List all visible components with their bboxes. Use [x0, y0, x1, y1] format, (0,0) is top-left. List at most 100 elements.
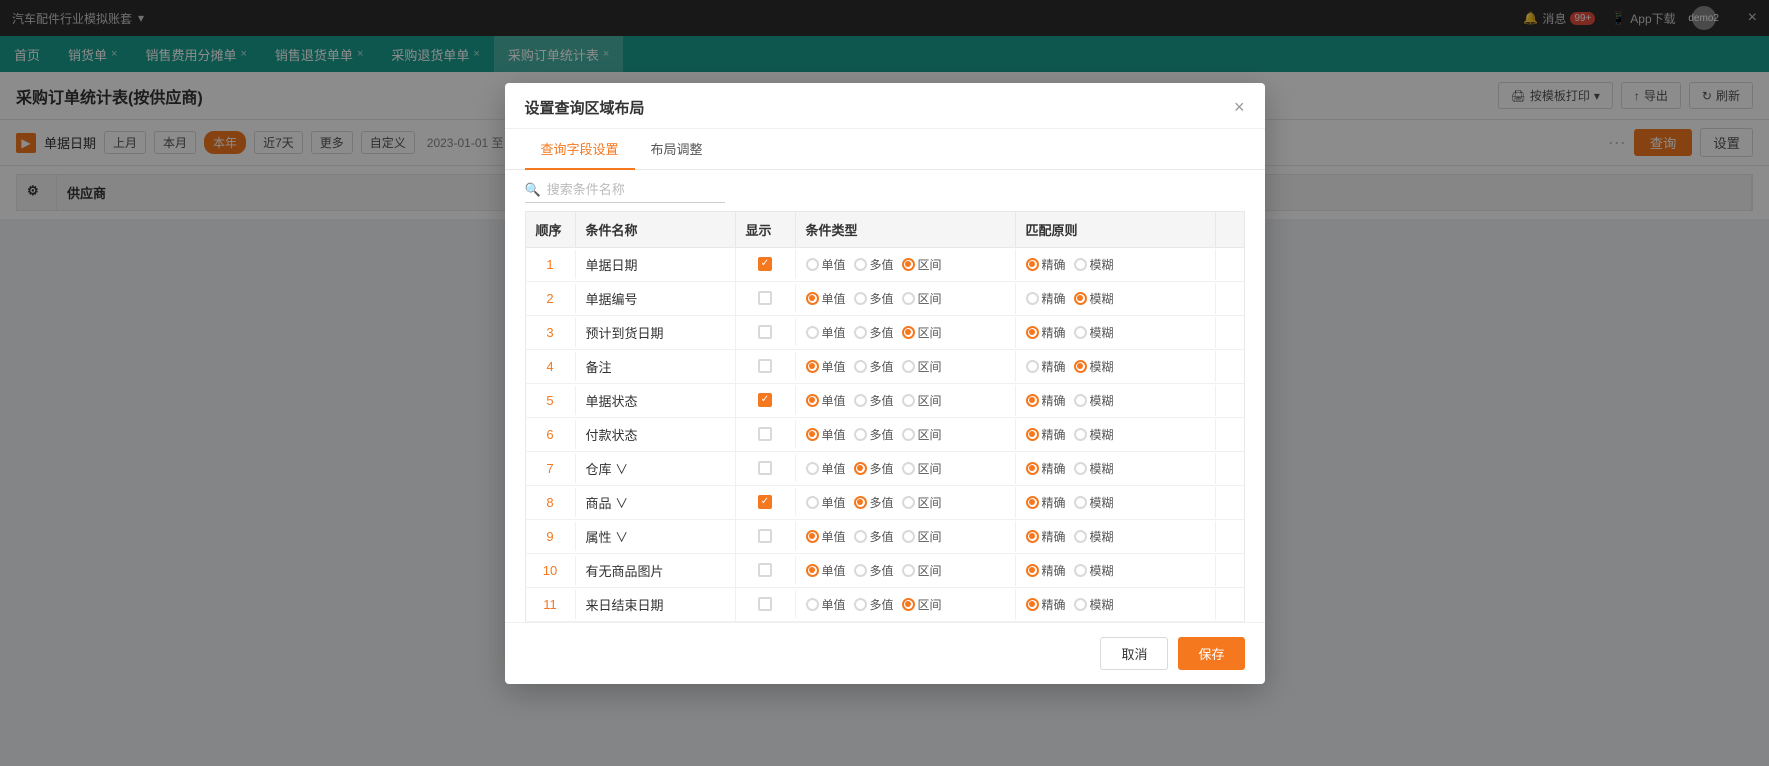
type-option[interactable]: 多值	[854, 494, 894, 511]
radio-custom[interactable]	[806, 360, 819, 373]
match-option[interactable]: 精确	[1026, 324, 1066, 341]
radio-custom[interactable]	[902, 326, 915, 339]
type-option[interactable]: 区间	[902, 324, 942, 341]
radio-custom[interactable]	[902, 394, 915, 407]
radio-custom[interactable]	[854, 496, 867, 509]
match-option[interactable]: 精确	[1026, 358, 1066, 375]
match-option[interactable]: 模糊	[1074, 562, 1114, 579]
radio-custom[interactable]	[854, 360, 867, 373]
row-display[interactable]	[736, 454, 796, 482]
type-option[interactable]: 多值	[854, 426, 894, 443]
row-display[interactable]	[736, 352, 796, 380]
radio-custom[interactable]	[854, 326, 867, 339]
type-option[interactable]: 区间	[902, 256, 942, 273]
cancel-button[interactable]: 取消	[1100, 637, 1168, 670]
type-option[interactable]: 多值	[854, 256, 894, 273]
radio-custom[interactable]	[902, 428, 915, 441]
radio-custom[interactable]	[806, 428, 819, 441]
radio-custom[interactable]	[806, 462, 819, 475]
row-display[interactable]	[736, 522, 796, 550]
type-option[interactable]: 多值	[854, 324, 894, 341]
match-option[interactable]: 模糊	[1074, 290, 1114, 307]
type-option[interactable]: 多值	[854, 392, 894, 409]
match-option[interactable]: 精确	[1026, 256, 1066, 273]
radio-custom[interactable]	[854, 462, 867, 475]
save-button[interactable]: 保存	[1178, 637, 1244, 670]
radio-custom[interactable]	[1074, 394, 1087, 407]
display-checkbox[interactable]	[758, 325, 772, 339]
match-option[interactable]: 模糊	[1074, 256, 1114, 273]
match-option[interactable]: 模糊	[1074, 460, 1114, 477]
radio-custom[interactable]	[902, 564, 915, 577]
radio-custom[interactable]	[854, 564, 867, 577]
radio-custom[interactable]	[902, 496, 915, 509]
radio-custom[interactable]	[1074, 530, 1087, 543]
radio-custom[interactable]	[854, 394, 867, 407]
type-option[interactable]: 单值	[806, 358, 846, 375]
radio-custom[interactable]	[1026, 292, 1039, 305]
radio-custom[interactable]	[1026, 564, 1039, 577]
type-option[interactable]: 区间	[902, 358, 942, 375]
radio-custom[interactable]	[1074, 428, 1087, 441]
row-display[interactable]	[736, 590, 796, 618]
radio-custom[interactable]	[1074, 564, 1087, 577]
match-option[interactable]: 模糊	[1074, 494, 1114, 511]
match-option[interactable]: 精确	[1026, 494, 1066, 511]
display-checkbox[interactable]	[758, 597, 772, 611]
match-option[interactable]: 精确	[1026, 426, 1066, 443]
radio-custom[interactable]	[1074, 496, 1087, 509]
match-option[interactable]: 模糊	[1074, 528, 1114, 545]
radio-custom[interactable]	[1026, 428, 1039, 441]
type-option[interactable]: 区间	[902, 460, 942, 477]
type-option[interactable]: 区间	[902, 596, 942, 613]
match-option[interactable]: 模糊	[1074, 324, 1114, 341]
radio-custom[interactable]	[854, 292, 867, 305]
row-display[interactable]	[736, 420, 796, 448]
match-option[interactable]: 模糊	[1074, 358, 1114, 375]
radio-custom[interactable]	[1074, 292, 1087, 305]
radio-custom[interactable]	[806, 326, 819, 339]
display-checkbox[interactable]	[758, 257, 772, 271]
display-checkbox[interactable]	[758, 393, 772, 407]
type-option[interactable]: 单值	[806, 324, 846, 341]
dialog-close-button[interactable]: ×	[1234, 98, 1245, 116]
display-checkbox[interactable]	[758, 291, 772, 305]
radio-custom[interactable]	[1026, 496, 1039, 509]
radio-custom[interactable]	[854, 428, 867, 441]
row-display[interactable]	[736, 488, 796, 516]
row-display[interactable]	[736, 318, 796, 346]
type-option[interactable]: 多值	[854, 290, 894, 307]
type-option[interactable]: 多值	[854, 596, 894, 613]
radio-custom[interactable]	[854, 598, 867, 611]
radio-custom[interactable]	[902, 258, 915, 271]
radio-custom[interactable]	[1026, 462, 1039, 475]
match-option[interactable]: 模糊	[1074, 596, 1114, 613]
display-checkbox[interactable]	[758, 563, 772, 577]
radio-custom[interactable]	[1026, 530, 1039, 543]
type-option[interactable]: 单值	[806, 392, 846, 409]
radio-custom[interactable]	[1026, 394, 1039, 407]
match-option[interactable]: 精确	[1026, 392, 1066, 409]
radio-custom[interactable]	[1074, 258, 1087, 271]
radio-custom[interactable]	[806, 530, 819, 543]
type-option[interactable]: 区间	[902, 562, 942, 579]
type-option[interactable]: 区间	[902, 426, 942, 443]
search-input[interactable]	[547, 182, 707, 197]
type-option[interactable]: 单值	[806, 494, 846, 511]
type-option[interactable]: 多值	[854, 528, 894, 545]
match-option[interactable]: 模糊	[1074, 392, 1114, 409]
row-display[interactable]	[736, 386, 796, 414]
type-option[interactable]: 单值	[806, 596, 846, 613]
radio-custom[interactable]	[1026, 258, 1039, 271]
radio-custom[interactable]	[902, 360, 915, 373]
display-checkbox[interactable]	[758, 529, 772, 543]
type-option[interactable]: 多值	[854, 460, 894, 477]
type-option[interactable]: 单值	[806, 256, 846, 273]
match-option[interactable]: 模糊	[1074, 426, 1114, 443]
radio-custom[interactable]	[902, 530, 915, 543]
display-checkbox[interactable]	[758, 495, 772, 509]
type-option[interactable]: 多值	[854, 562, 894, 579]
type-option[interactable]: 单值	[806, 562, 846, 579]
match-option[interactable]: 精确	[1026, 528, 1066, 545]
row-display[interactable]	[736, 284, 796, 312]
